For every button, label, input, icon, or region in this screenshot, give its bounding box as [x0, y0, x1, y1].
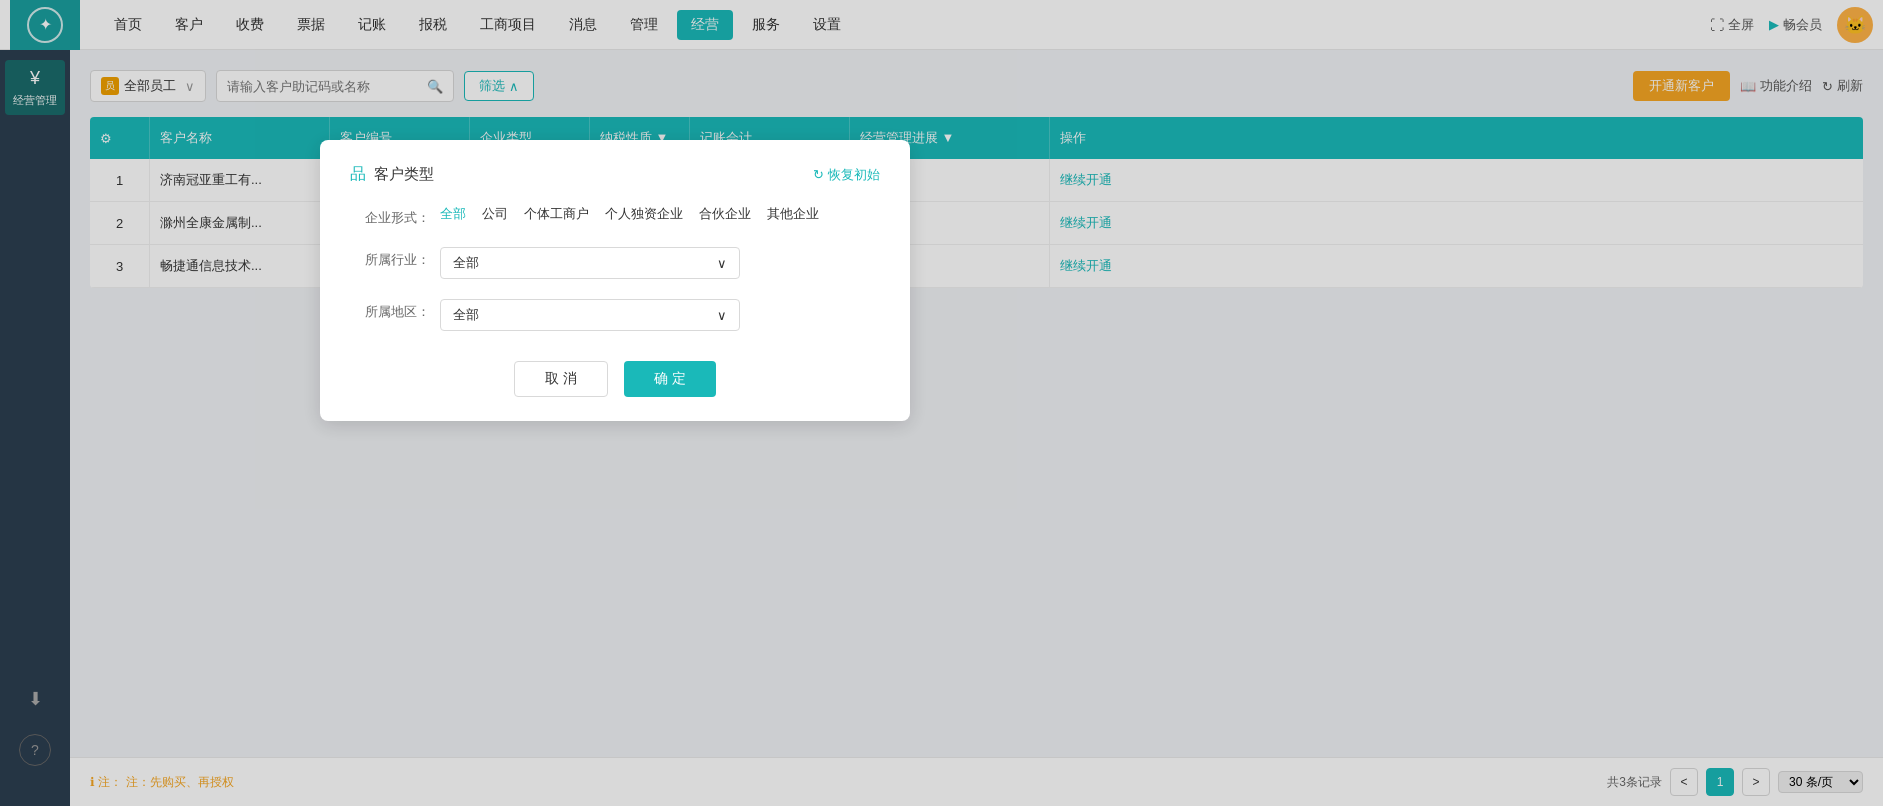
industry-label: 所属行业：: [350, 247, 430, 269]
region-select-value: 全部: [453, 306, 479, 324]
region-form-row: 所属地区： 全部 ∨: [350, 299, 880, 331]
enterprise-form-label: 企业形式：: [350, 205, 430, 227]
industry-value: 全部 ∨: [440, 247, 880, 279]
confirm-button[interactable]: 确 定: [624, 361, 716, 397]
dialog-title-text: 客户类型: [374, 165, 434, 184]
enterprise-form-row: 企业形式： 全部 公司 个体工商户 个人独资企业 合伙企业 其他企业: [350, 205, 880, 227]
radio-all[interactable]: 全部: [440, 205, 466, 223]
dialog-title: 品 客户类型: [350, 164, 434, 185]
region-label: 所属地区：: [350, 299, 430, 321]
radio-other[interactable]: 其他企业: [767, 205, 819, 223]
chevron-down-icon: ∨: [717, 308, 727, 323]
customer-type-icon: 品: [350, 164, 366, 185]
reset-button[interactable]: ↻ 恢复初始: [813, 166, 880, 184]
reset-icon: ↻: [813, 167, 824, 182]
industry-select[interactable]: 全部 ∨: [440, 247, 740, 279]
radio-individual[interactable]: 个体工商户: [524, 205, 589, 223]
enterprise-radio-group: 全部 公司 个体工商户 个人独资企业 合伙企业 其他企业: [440, 205, 880, 223]
reset-label: 恢复初始: [828, 166, 880, 184]
region-value: 全部 ∨: [440, 299, 880, 331]
dialog-header: 品 客户类型 ↻ 恢复初始: [350, 164, 880, 185]
region-select[interactable]: 全部 ∨: [440, 299, 740, 331]
radio-sole[interactable]: 个人独资企业: [605, 205, 683, 223]
enterprise-form-value: 全部 公司 个体工商户 个人独资企业 合伙企业 其他企业: [440, 205, 880, 223]
industry-select-value: 全部: [453, 254, 479, 272]
industry-form-row: 所属行业： 全部 ∨: [350, 247, 880, 279]
radio-company[interactable]: 公司: [482, 205, 508, 223]
cancel-button[interactable]: 取 消: [514, 361, 608, 397]
chevron-down-icon: ∨: [717, 256, 727, 271]
dialog-overlay[interactable]: [0, 0, 1883, 806]
dialog-footer: 取 消 确 定: [350, 361, 880, 397]
filter-dialog: 品 客户类型 ↻ 恢复初始 企业形式： 全部 公司 个体工商户 个人独资企业 合…: [320, 140, 910, 421]
radio-partnership[interactable]: 合伙企业: [699, 205, 751, 223]
